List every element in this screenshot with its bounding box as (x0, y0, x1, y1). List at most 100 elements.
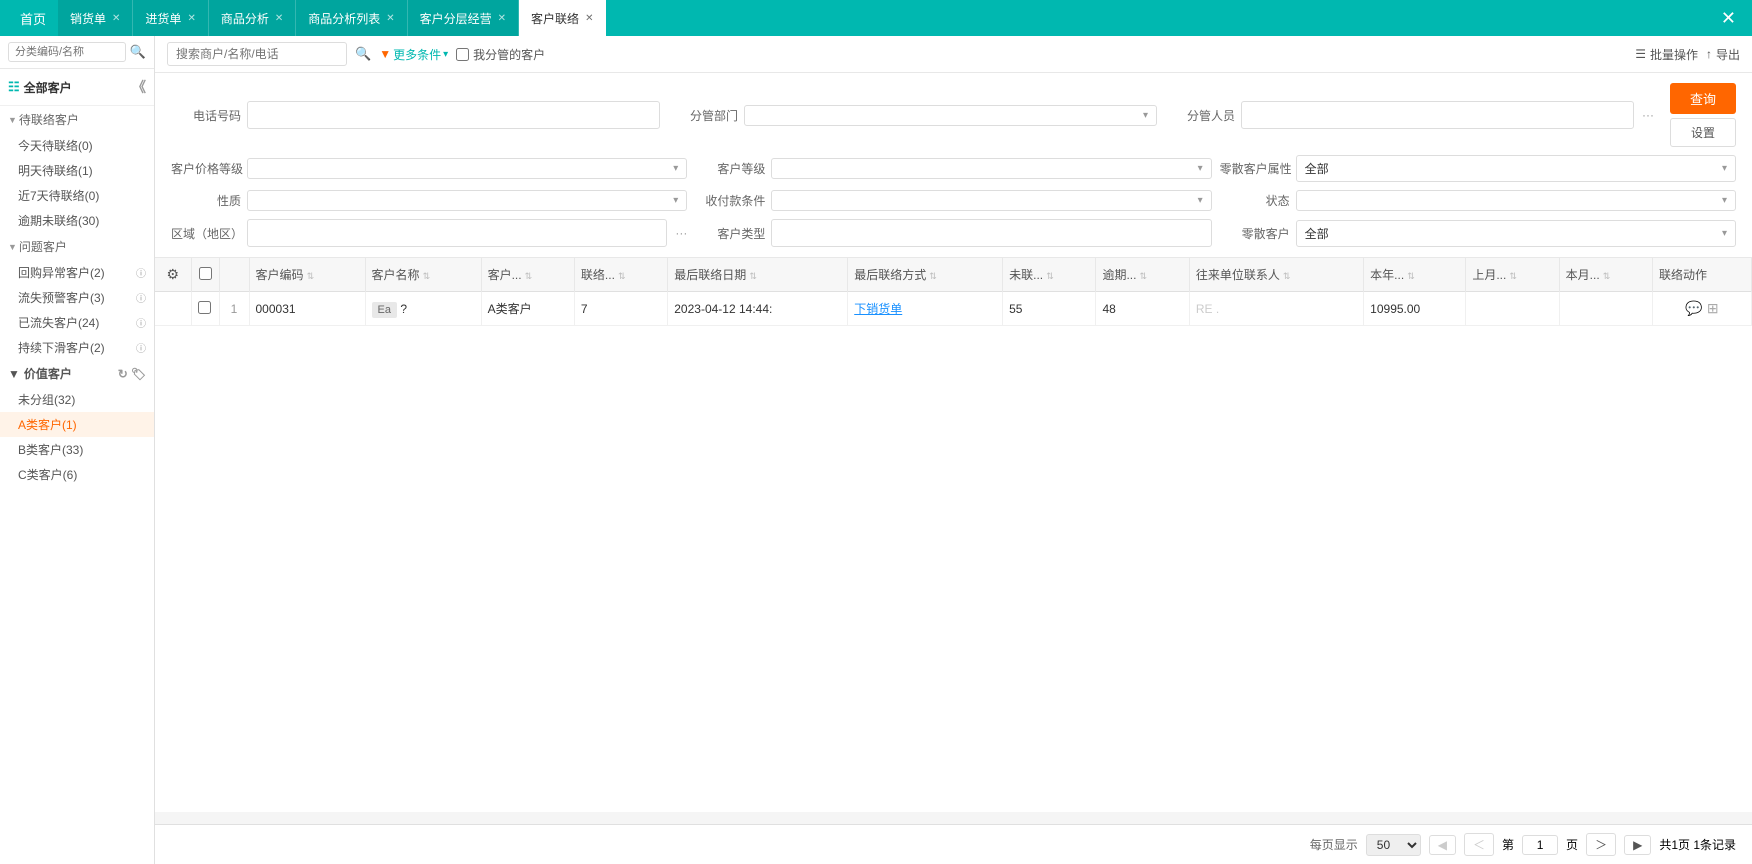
refresh-icon[interactable]: ↻ (118, 367, 128, 381)
more-conditions-button[interactable]: ▼ 更多条件 ▾ (379, 46, 448, 63)
last-page-button[interactable]: ▶ (1624, 835, 1651, 855)
close-icon[interactable]: ✕ (498, 13, 506, 24)
col-this-year[interactable]: 本年... ⇅ (1364, 258, 1466, 292)
cust-level-select[interactable]: ▾ (771, 158, 1211, 179)
my-customers-check[interactable] (456, 48, 469, 61)
col-contact[interactable]: 联络... ⇅ (574, 258, 667, 292)
chevron-down-icon: ▾ (1722, 163, 1727, 174)
payment-select[interactable]: ▾ (771, 190, 1211, 211)
sidebar-item-overdue[interactable]: 逾期未联络(30) (0, 208, 154, 233)
dept-select[interactable]: ▾ (744, 105, 1157, 126)
settings-button[interactable]: 设置 (1670, 118, 1736, 147)
export-button[interactable]: ↑ 导出 (1706, 46, 1740, 63)
row-last-month-cell (1466, 292, 1559, 326)
col-settings[interactable]: ⚙ (155, 258, 191, 292)
first-page-button[interactable]: ◀ (1429, 835, 1456, 855)
chevron-down-icon: ▾ (443, 49, 448, 60)
row-num-cell: 1 (219, 292, 249, 326)
phone-input[interactable] (247, 101, 660, 129)
retail-cust-select[interactable]: 全部 ▾ (1296, 220, 1736, 247)
sidebar-search-input[interactable] (8, 42, 126, 62)
search-icon[interactable]: 🔍 (355, 46, 371, 62)
sidebar-item-churn-warning[interactable]: 流失预警客户(3) ⓘ (0, 285, 154, 310)
nav-tab-analysis[interactable]: 商品分析 ✕ (209, 0, 296, 36)
nav-tab-customer-contact[interactable]: 客户联络 ✕ (519, 0, 606, 36)
more-icon[interactable]: ··· (1642, 108, 1654, 122)
nav-home[interactable]: 首页 (8, 0, 58, 36)
export-icon: ↑ (1706, 47, 1712, 61)
batch-ops-button[interactable]: ☰ 批量操作 (1635, 46, 1698, 63)
col-cust-code[interactable]: 客户编码 ⇅ (249, 258, 365, 292)
row-checkbox[interactable] (198, 301, 211, 314)
col-no-contact[interactable]: 未联... ⇅ (1003, 258, 1096, 292)
close-icon[interactable]: ✕ (187, 13, 195, 24)
section-value-customers[interactable]: ▼ 价值客户 ↻ 🏷 (0, 360, 154, 387)
nav-tab-customer-mgmt[interactable]: 客户分层经营 ✕ (408, 0, 519, 36)
sidebar-item-ungroup[interactable]: 未分组(32) (0, 387, 154, 412)
chat-icon[interactable]: 💬 (1685, 300, 1702, 317)
sidebar-item-churned[interactable]: 已流失客户(24) ⓘ (0, 310, 154, 335)
nav-tab-sales[interactable]: 销货单 ✕ (58, 0, 133, 36)
col-cust-name[interactable]: 客户名称 ⇅ (365, 258, 481, 292)
nature-select[interactable]: ▾ (247, 190, 687, 211)
sidebar-item-7days[interactable]: 近7天待联络(0) (0, 183, 154, 208)
cust-type-input[interactable] (771, 219, 1211, 247)
sidebar-collapse-icon[interactable]: 《 (132, 77, 146, 97)
col-last-contact-date[interactable]: 最后联络日期 ⇅ (668, 258, 848, 292)
close-icon[interactable]: ✕ (112, 13, 120, 24)
status-select[interactable]: ▾ (1296, 190, 1736, 211)
prev-page-button[interactable]: ＜ (1464, 833, 1494, 856)
field-dept-label: 分管部门 (668, 107, 738, 124)
grid-icon[interactable]: ⊞ (1707, 300, 1719, 317)
sidebar-item-tomorrow[interactable]: 明天待联络(1) (0, 158, 154, 183)
sidebar-item-abnormal[interactable]: 回购异常客户(2) ⓘ (0, 260, 154, 285)
chevron-down-icon: ▾ (1722, 195, 1727, 206)
sidebar-item-b-class[interactable]: B类客户(33) (0, 437, 154, 462)
close-icon[interactable]: ✕ (386, 13, 394, 24)
col-cust-type[interactable]: 客户... ⇅ (481, 258, 574, 292)
close-icon[interactable]: ✕ (275, 13, 283, 24)
col-unit-contact[interactable]: 往来单位联系人 ⇅ (1189, 258, 1363, 292)
my-customers-checkbox[interactable]: 我分管的客户 (456, 46, 545, 63)
section-pending-contact[interactable]: ▼ 待联络客户 (0, 106, 154, 133)
sidebar-item-c-class[interactable]: C类客户(6) (0, 462, 154, 487)
person-input[interactable] (1241, 101, 1634, 129)
sort-icon: ⇅ (1603, 271, 1611, 281)
tag-icon[interactable]: 🏷 (131, 367, 146, 381)
horizontal-scrollbar[interactable] (155, 812, 1752, 824)
sidebar-item-a-class[interactable]: A类客户(1) (0, 412, 154, 437)
sidebar-all-customers-header[interactable]: ☷ 全部客户 《 (0, 69, 154, 106)
region-input[interactable] (247, 219, 667, 247)
close-icon[interactable]: ✕ (585, 13, 593, 24)
next-page-button[interactable]: ＞ (1586, 833, 1616, 856)
chevron-down-icon: ▾ (673, 195, 678, 206)
col-contact-action[interactable]: 联络动作 (1653, 258, 1752, 292)
field-price-level-label: 客户价格等级 (171, 160, 241, 177)
search-icon[interactable]: 🔍 (130, 44, 146, 60)
close-all-button[interactable]: ✕ (1713, 8, 1744, 29)
col-last-contact-method[interactable]: 最后联络方式 ⇅ (848, 258, 1003, 292)
gear-icon[interactable]: ⚙ (166, 266, 179, 282)
retail-attr-select[interactable]: 全部 ▾ (1296, 155, 1736, 182)
section-problem-customers[interactable]: ▼ 问题客户 (0, 233, 154, 260)
field-cust-level: 客户等级 ▾ (695, 158, 1211, 179)
sidebar-item-today[interactable]: 今天待联络(0) (0, 133, 154, 158)
query-button[interactable]: 查询 (1670, 83, 1736, 114)
price-level-select[interactable]: ▾ (247, 158, 687, 179)
nav-tab-analysis-list[interactable]: 商品分析列表 ✕ (296, 0, 407, 36)
col-overdue[interactable]: 逾期... ⇅ (1096, 258, 1189, 292)
more-icon[interactable]: ··· (675, 226, 687, 240)
info-icon: ⓘ (136, 340, 146, 355)
nav-tab-purchase[interactable]: 进货单 ✕ (133, 0, 208, 36)
col-last-month[interactable]: 上月... ⇅ (1466, 258, 1559, 292)
section-value-label: 价值客户 (24, 365, 72, 382)
filter-search-input[interactable] (167, 42, 347, 66)
select-all-checkbox[interactable] (199, 267, 212, 280)
row-last-method-cell[interactable]: 下销货单 (848, 292, 1003, 326)
field-phone-label: 电话号码 (171, 107, 241, 124)
col-this-month[interactable]: 本月... ⇅ (1559, 258, 1652, 292)
sidebar-item-declining[interactable]: 持续下滑客户(2) ⓘ (0, 335, 154, 360)
page-number-input[interactable] (1522, 835, 1558, 855)
info-icon: ⓘ (136, 315, 146, 330)
page-size-select[interactable]: 50 100 200 (1366, 834, 1421, 856)
